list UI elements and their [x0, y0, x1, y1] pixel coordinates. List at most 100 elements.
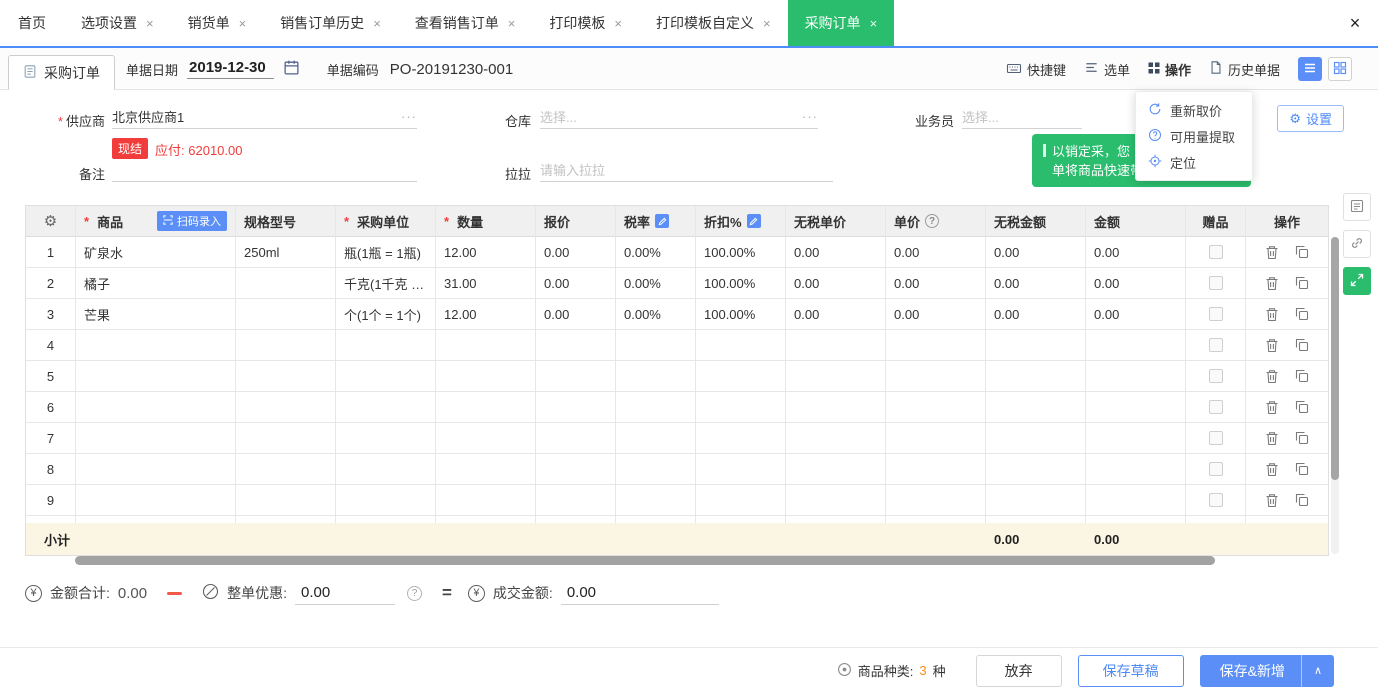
copy-row-icon[interactable]	[1295, 369, 1309, 383]
cell-unit[interactable]: 千克(1千克 …	[336, 268, 436, 299]
save-and-new-button[interactable]: 保存&新增 ∧	[1199, 654, 1334, 687]
menu-item-available-qty[interactable]: 可用量提取	[1136, 123, 1252, 149]
nav-home[interactable]: 首页	[0, 0, 64, 46]
close-tab-icon[interactable]: ×	[373, 16, 381, 31]
cell-product[interactable]	[76, 361, 236, 392]
cell-notax-price[interactable]: 0.00	[786, 268, 886, 299]
cell-product[interactable]	[76, 423, 236, 454]
cell-amount[interactable]	[1086, 423, 1186, 454]
cell-spec[interactable]	[236, 330, 336, 361]
help-icon[interactable]: ?	[925, 214, 940, 228]
cell-unit[interactable]	[336, 516, 436, 523]
close-window-icon[interactable]: ×	[1332, 0, 1378, 46]
cell-tax-rate[interactable]: 0.00%	[616, 299, 696, 330]
cell-product[interactable]: 芒果	[76, 299, 236, 330]
cell-discount[interactable]	[696, 392, 786, 423]
copy-row-icon[interactable]	[1295, 493, 1309, 507]
cell-amount[interactable]	[1086, 330, 1186, 361]
cell-discount[interactable]	[696, 423, 786, 454]
cell-quantity[interactable]: 12.00	[436, 237, 536, 268]
tab-print-template-custom[interactable]: 打印模板自定义 ×	[639, 0, 788, 46]
cell-notax-amount[interactable]: 0.00	[986, 268, 1086, 299]
warehouse-picker-icon[interactable]: ···	[802, 109, 818, 124]
grid-view-toggle[interactable]	[1328, 57, 1352, 81]
cell-tax-rate[interactable]: 0.00%	[616, 237, 696, 268]
save-draft-button[interactable]: 保存草稿	[1077, 654, 1184, 687]
settings-button[interactable]: ⚙ 设置	[1277, 105, 1344, 132]
gift-checkbox[interactable]	[1208, 245, 1223, 259]
edit-discount-icon[interactable]	[746, 214, 761, 228]
cell-price[interactable]	[886, 361, 986, 392]
cell-quantity[interactable]	[436, 423, 536, 454]
chevron-up-icon[interactable]: ∧	[1300, 654, 1334, 687]
cell-price[interactable]	[886, 423, 986, 454]
cell-notax-amount[interactable]	[986, 392, 1086, 423]
copy-row-icon[interactable]	[1295, 276, 1309, 290]
cell-price[interactable]	[886, 516, 986, 523]
cell-tax-rate[interactable]	[616, 361, 696, 392]
cell-notax-price[interactable]	[786, 485, 886, 516]
cell-spec[interactable]: 250ml	[236, 237, 336, 268]
discount-input[interactable]: 0.00	[294, 582, 395, 605]
cell-quote[interactable]	[536, 516, 616, 523]
expand-float-button[interactable]	[1343, 267, 1371, 295]
supplier-field[interactable]: 北京供应商1 ···	[112, 104, 417, 129]
cell-quote[interactable]	[536, 361, 616, 392]
cell-product[interactable]	[76, 392, 236, 423]
cell-unit[interactable]	[336, 361, 436, 392]
copy-row-icon[interactable]	[1295, 307, 1309, 321]
vertical-scrollbar-thumb[interactable]	[1331, 237, 1339, 480]
delete-row-icon[interactable]	[1265, 338, 1279, 353]
close-tab-icon[interactable]: ×	[146, 16, 154, 31]
remark-field[interactable]	[112, 157, 417, 182]
list-view-toggle[interactable]	[1298, 57, 1322, 81]
tab-sales-order[interactable]: 销货单 ×	[171, 0, 264, 46]
cell-quote[interactable]: 0.00	[536, 268, 616, 299]
tab-sales-order-history[interactable]: 销售订单历史 ×	[263, 0, 398, 46]
horizontal-scrollbar-thumb[interactable]	[75, 556, 1215, 565]
cell-unit[interactable]	[336, 454, 436, 485]
cell-notax-price[interactable]: 0.00	[786, 299, 886, 330]
cell-notax-amount[interactable]: 0.00	[986, 237, 1086, 268]
cell-notax-amount[interactable]	[986, 361, 1086, 392]
menu-item-locate[interactable]: 定位	[1136, 149, 1252, 175]
tab-view-sales-order[interactable]: 查看销售订单 ×	[398, 0, 533, 46]
copy-row-icon[interactable]	[1295, 400, 1309, 414]
cell-amount[interactable]: 0.00	[1086, 299, 1186, 330]
scan-entry-button[interactable]: 扫码录入	[157, 211, 227, 231]
operations-button[interactable]: 操作	[1148, 60, 1191, 79]
cell-discount[interactable]: 100.00%	[696, 268, 786, 299]
cell-quote[interactable]	[536, 454, 616, 485]
cell-tax-rate[interactable]	[616, 330, 696, 361]
close-tab-icon[interactable]: ×	[614, 16, 622, 31]
copy-row-icon[interactable]	[1295, 462, 1309, 476]
cell-product[interactable]: 矿泉水	[76, 237, 236, 268]
cell-price[interactable]: 0.00	[886, 299, 986, 330]
cell-price[interactable]	[886, 454, 986, 485]
delete-row-icon[interactable]	[1265, 369, 1279, 384]
menu-item-refetch-price[interactable]: 重新取价	[1136, 97, 1252, 123]
delete-row-icon[interactable]	[1265, 493, 1279, 508]
column-config-button[interactable]: ⚙	[26, 206, 76, 237]
cell-unit[interactable]	[336, 330, 436, 361]
warehouse-field[interactable]: 选择... ···	[540, 104, 818, 129]
shortcuts-button[interactable]: 快捷键	[1006, 60, 1066, 79]
cell-spec[interactable]	[236, 423, 336, 454]
cell-notax-amount[interactable]	[986, 423, 1086, 454]
cell-unit[interactable]	[336, 423, 436, 454]
vertical-scrollbar[interactable]	[1331, 237, 1339, 554]
delete-row-icon[interactable]	[1265, 276, 1279, 291]
cell-discount[interactable]	[696, 485, 786, 516]
cell-notax-amount[interactable]: 0.00	[986, 299, 1086, 330]
cell-tax-rate[interactable]	[616, 516, 696, 523]
cell-quantity[interactable]	[436, 392, 536, 423]
cell-discount[interactable]: 100.00%	[696, 237, 786, 268]
cell-quote[interactable]: 0.00	[536, 237, 616, 268]
cell-quantity[interactable]	[436, 516, 536, 523]
close-tab-icon[interactable]: ×	[870, 16, 878, 31]
delete-row-icon[interactable]	[1265, 400, 1279, 415]
cell-quantity[interactable]: 12.00	[436, 299, 536, 330]
delete-row-icon[interactable]	[1265, 431, 1279, 446]
cell-quantity[interactable]	[436, 454, 536, 485]
cell-product[interactable]: 橘子	[76, 268, 236, 299]
